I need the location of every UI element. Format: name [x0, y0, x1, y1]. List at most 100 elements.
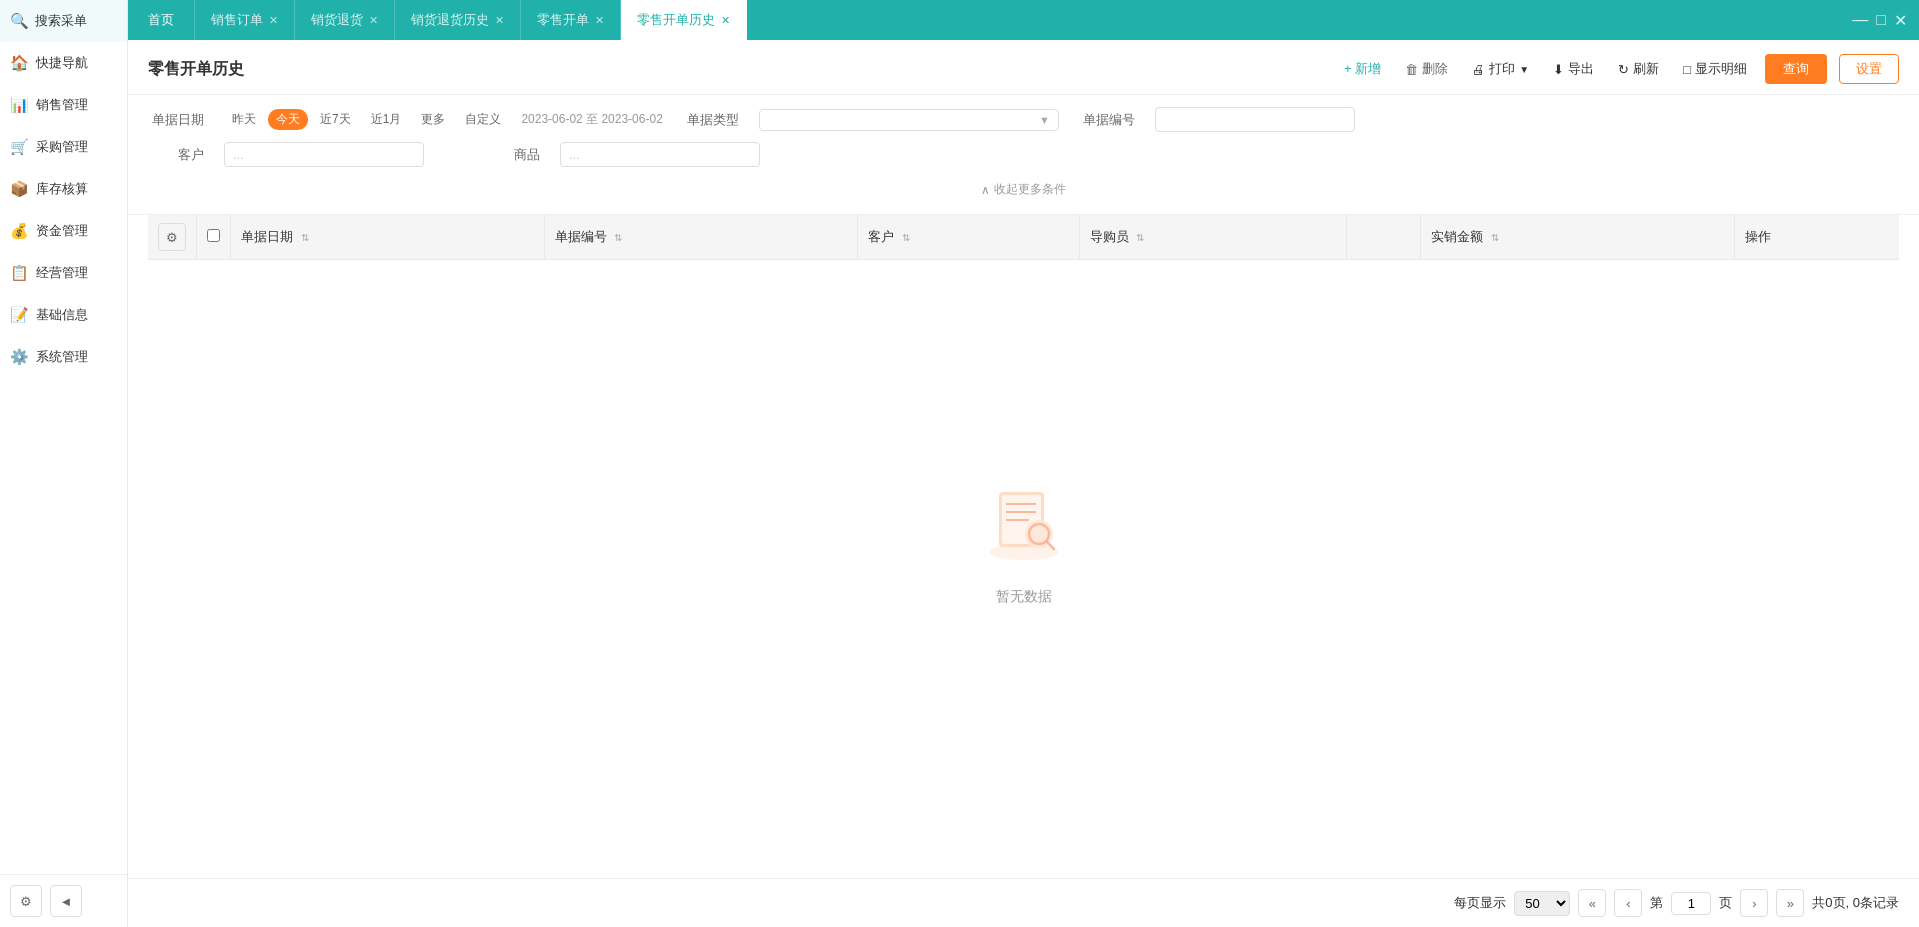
sidebar-item-inventory[interactable]: 📦 库存核算	[0, 168, 127, 210]
settings-button[interactable]: 设置	[1839, 54, 1899, 84]
select-all-checkbox[interactable]	[207, 229, 220, 242]
goods-input[interactable]	[560, 142, 760, 167]
sidebar-settings-button[interactable]: ⚙	[10, 885, 42, 917]
delete-icon: 🗑	[1405, 62, 1418, 77]
date-sort-icon[interactable]: ⇅	[301, 232, 309, 243]
content-area: 零售开单历史 + 新增 🗑 删除 🖨 打印 ▼ ⬇ 导出	[128, 40, 1919, 927]
basic-info-icon: 📝	[10, 306, 28, 324]
empty-text: 暂无数据	[996, 588, 1052, 606]
number-input[interactable]	[1155, 107, 1355, 132]
salesperson-col-label: 导购员	[1090, 229, 1129, 244]
tab-retail-open[interactable]: 零售开单 ✕	[521, 0, 621, 40]
export-button[interactable]: ⬇ 导出	[1547, 56, 1600, 82]
close-window-button[interactable]: ✕	[1894, 11, 1907, 30]
tabbar: 首页 销售订单 ✕ 销货退货 ✕ 销货退货历史 ✕ 零售开单 ✕ 零售开单历史 …	[128, 0, 1919, 40]
sidebar-collapse-button[interactable]: ◄	[50, 885, 82, 917]
customer-input[interactable]	[224, 142, 424, 167]
tab-retail-open-history-close[interactable]: ✕	[721, 14, 730, 27]
table-settings-button[interactable]: ⚙	[158, 223, 186, 251]
sidebar-item-label: 采购管理	[36, 138, 88, 156]
sidebar-item-operations[interactable]: 📋 经营管理	[0, 252, 127, 294]
first-page-button[interactable]: «	[1578, 889, 1606, 917]
date-opt-last1m[interactable]: 近1月	[363, 109, 410, 130]
table-header-salesperson: 导购员 ⇅	[1079, 215, 1347, 260]
customer-label: 客户	[148, 146, 204, 164]
page-title: 零售开单历史	[148, 59, 244, 80]
sidebar-item-finance[interactable]: 💰 资金管理	[0, 210, 127, 252]
tab-sales-return-history-close[interactable]: ✕	[495, 14, 504, 27]
date-col-label: 单据日期	[241, 229, 293, 244]
table-area: ⚙ 单据日期 ⇅ 单据编号 ⇅	[128, 215, 1919, 878]
print-icon: 🖨	[1472, 62, 1485, 77]
print-button[interactable]: 🖨 打印 ▼	[1466, 56, 1535, 82]
toolbar: + 新增 🗑 删除 🖨 打印 ▼ ⬇ 导出 ↻ 刷新	[1338, 54, 1899, 84]
sidebar-item-system-mgmt[interactable]: ⚙️ 系统管理	[0, 336, 127, 378]
sidebar-item-label: 快捷导航	[36, 54, 88, 72]
finance-icon: 💰	[10, 222, 28, 240]
collapse-bar[interactable]: ∧ 收起更多条件	[148, 177, 1899, 202]
tab-retail-open-history[interactable]: 零售开单历史 ✕	[621, 0, 747, 40]
refresh-button[interactable]: ↻ 刷新	[1612, 56, 1665, 82]
table-header-row: ⚙ 单据日期 ⇅ 单据编号 ⇅	[148, 215, 1899, 260]
date-opt-today[interactable]: 今天	[268, 109, 308, 130]
tab-sales-return-close[interactable]: ✕	[369, 14, 378, 27]
export-icon: ⬇	[1553, 62, 1564, 77]
tab-sales-return[interactable]: 销货退货 ✕	[295, 0, 395, 40]
chevron-down-icon: ▼	[1039, 114, 1050, 126]
tab-sales-order[interactable]: 销售订单 ✕	[195, 0, 295, 40]
maximize-button[interactable]: □	[1876, 11, 1886, 29]
tab-sales-order-close[interactable]: ✕	[269, 14, 278, 27]
type-select[interactable]: ▼	[759, 109, 1059, 131]
sidebar-item-label: 资金管理	[36, 222, 88, 240]
date-range-display: 2023-06-02 至 2023-06-02	[521, 111, 662, 128]
sidebar-item-sales-mgmt[interactable]: 📊 销售管理	[0, 84, 127, 126]
tab-sales-order-label: 销售订单	[211, 11, 263, 29]
number-sort-icon[interactable]: ⇅	[614, 232, 622, 243]
sidebar-search[interactable]: 🔍 搜索采单	[0, 0, 127, 42]
display-detail-button[interactable]: □ 显示明细	[1677, 56, 1753, 82]
export-label: 导出	[1568, 60, 1594, 78]
tab-sales-return-label: 销货退货	[311, 11, 363, 29]
query-button[interactable]: 查询	[1765, 54, 1827, 84]
customer-sort-icon[interactable]: ⇅	[902, 232, 910, 243]
page-header: 零售开单历史 + 新增 🗑 删除 🖨 打印 ▼ ⬇ 导出	[128, 40, 1919, 95]
table-checkbox-th	[197, 215, 231, 260]
minimize-button[interactable]: —	[1852, 11, 1868, 29]
search-icon: 🔍	[10, 12, 29, 30]
page-prefix: 第	[1650, 894, 1663, 912]
add-label: + 新增	[1344, 60, 1381, 78]
print-label: 打印	[1489, 60, 1515, 78]
page-number-input[interactable]	[1671, 892, 1711, 915]
salesperson-sort-icon[interactable]: ⇅	[1136, 232, 1144, 243]
amount-sort-icon[interactable]: ⇅	[1491, 232, 1499, 243]
tab-home-label: 首页	[148, 11, 174, 29]
empty-state: 暂无数据	[148, 260, 1899, 878]
date-opt-last7[interactable]: 近7天	[312, 109, 359, 130]
prev-page-button[interactable]: ‹	[1614, 889, 1642, 917]
collapse-icon: ◄	[60, 894, 73, 909]
sidebar-item-basic-info[interactable]: 📝 基础信息	[0, 294, 127, 336]
total-info: 共0页, 0条记录	[1812, 894, 1899, 912]
date-opt-custom[interactable]: 自定义	[457, 109, 509, 130]
tab-retail-open-close[interactable]: ✕	[595, 14, 604, 27]
tab-sales-return-history[interactable]: 销货退货历史 ✕	[395, 0, 521, 40]
per-page-select[interactable]: 50 10 20 100	[1514, 891, 1570, 916]
table-header-date: 单据日期 ⇅	[231, 215, 545, 260]
last-page-button[interactable]: »	[1776, 889, 1804, 917]
amount-col-label: 实销金额	[1431, 229, 1483, 244]
table-header-number: 单据编号 ⇅	[544, 215, 858, 260]
system-icon: ⚙️	[10, 348, 28, 366]
tab-home[interactable]: 首页	[128, 0, 195, 40]
date-opt-more[interactable]: 更多	[413, 109, 453, 130]
home-icon: 🏠	[10, 54, 28, 72]
add-button[interactable]: + 新增	[1338, 56, 1387, 82]
delete-button[interactable]: 🗑 删除	[1399, 56, 1454, 82]
next-page-button[interactable]: ›	[1740, 889, 1768, 917]
sidebar-item-purchase-mgmt[interactable]: 🛒 采购管理	[0, 126, 127, 168]
date-opt-yesterday[interactable]: 昨天	[224, 109, 264, 130]
sidebar-item-quick-nav[interactable]: 🏠 快捷导航	[0, 42, 127, 84]
sidebar-item-label: 系统管理	[36, 348, 88, 366]
sales-icon: 📊	[10, 96, 28, 114]
number-col-label: 单据编号	[555, 229, 607, 244]
collapse-icon: ∧	[981, 183, 990, 197]
